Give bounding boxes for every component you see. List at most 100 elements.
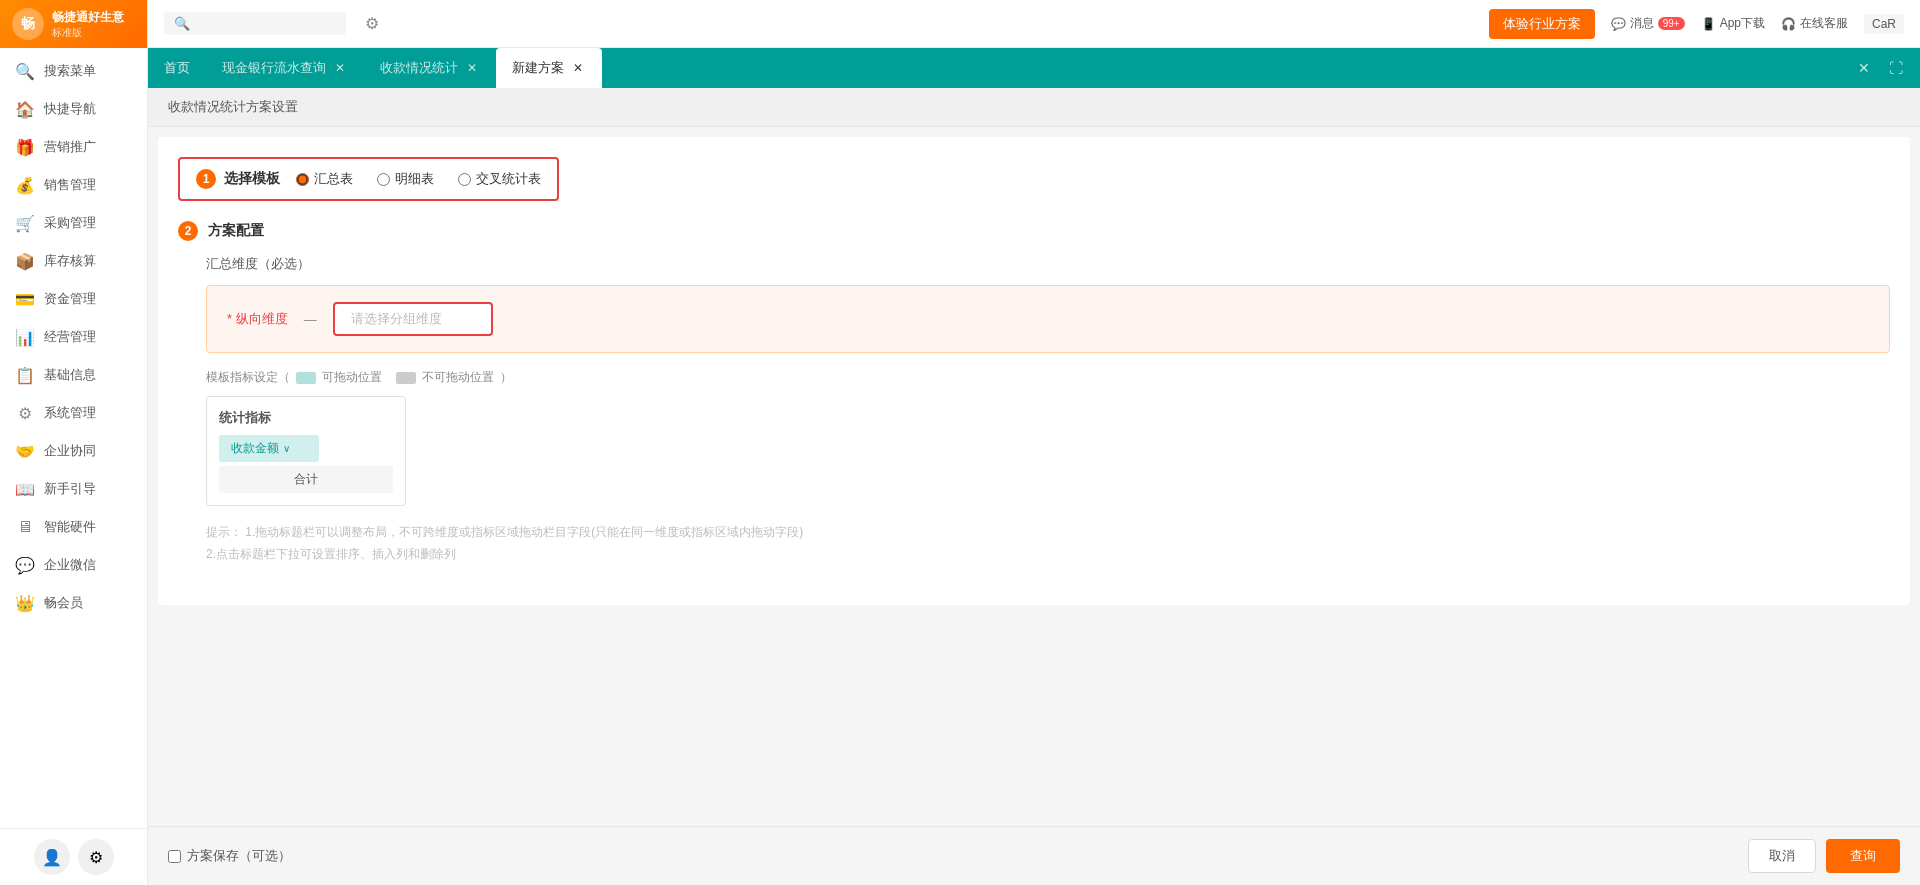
settings-gear-icon[interactable]: ⚙ (358, 10, 386, 38)
dim-select-input[interactable]: 请选择分组维度 (333, 302, 493, 336)
tabbar-right-actions: ✕ ⛶ (1852, 56, 1920, 80)
tab-expand-icon[interactable]: ⛶ (1884, 56, 1908, 80)
service-icon: 🎧 (1781, 17, 1796, 31)
query-button[interactable]: 查询 (1826, 839, 1900, 873)
sidebar-item-purchase[interactable]: 🛒 采购管理 (0, 204, 147, 242)
tab-new-plan-label: 新建方案 (512, 59, 564, 77)
save-plan-checkbox[interactable]: 方案保存（可选） (168, 847, 291, 865)
money-icon: 💰 (16, 176, 34, 194)
topbar: 🔍 ⚙ 体验行业方案 💬 消息 99+ 📱 App下载 🎧 在线客服 CaR (148, 0, 1920, 48)
topbar-actions: 体验行业方案 💬 消息 99+ 📱 App下载 🎧 在线客服 CaR (1489, 9, 1904, 39)
page-header-text: 收款情况统计方案设置 (168, 99, 298, 114)
sidebar-item-marketing[interactable]: 🎁 营销推广 (0, 128, 147, 166)
sidebar-label-finance: 资金管理 (44, 290, 96, 308)
tab-home[interactable]: 首页 (148, 48, 206, 88)
app-label: App下载 (1720, 15, 1765, 32)
indicator-legend-prefix: 模板指标设定（ (206, 369, 290, 386)
user-name[interactable]: CaR (1864, 14, 1904, 34)
sidebar-item-basic[interactable]: 📋 基础信息 (0, 356, 147, 394)
tab-cashflow[interactable]: 现金银行流水查询 ✕ (206, 48, 364, 88)
indicator-table: 统计指标 收款金额 ∨ 合计 (206, 396, 406, 506)
radio-summary-input[interactable] (296, 173, 309, 186)
sidebar-item-wechat[interactable]: 💬 企业微信 (0, 546, 147, 584)
step1-title: 1 选择模板 汇总表 明细表 (178, 157, 1890, 201)
sidebar-bottom: 👤 ⚙ (0, 828, 147, 885)
sidebar-label-sales: 销售管理 (44, 176, 96, 194)
cart-icon: 🛒 (16, 214, 34, 232)
tips-line2: 2.点击标题栏下拉可设置排序、插入列和删除列 (206, 544, 1890, 566)
step2-label: 方案配置 (208, 222, 264, 240)
tag-amount-label: 收款金额 (231, 440, 279, 457)
card-icon: 💳 (16, 290, 34, 308)
sidebar-item-sales[interactable]: 💰 销售管理 (0, 166, 147, 204)
package-icon: 📦 (16, 252, 34, 270)
sidebar-item-operation[interactable]: 📊 经营管理 (0, 318, 147, 356)
message-icon: 💬 (1611, 17, 1626, 31)
tab-receivable-label: 收款情况统计 (380, 59, 458, 77)
indicator-subtag-total: 合计 (219, 466, 393, 493)
message-button[interactable]: 💬 消息 99+ (1611, 15, 1685, 32)
radio-cross-input[interactable] (458, 173, 471, 186)
dim-arrow: — (304, 312, 317, 327)
sidebar-item-hardware[interactable]: 🖥 智能硬件 (0, 508, 147, 546)
step2-title: 2 方案配置 (178, 221, 1890, 241)
sidebar-label-search: 搜索菜单 (44, 62, 96, 80)
bottom-buttons: 取消 查询 (1748, 839, 1900, 873)
sidebar-item-search[interactable]: 🔍 搜索菜单 (0, 52, 147, 90)
sidebar-item-system[interactable]: ⚙ 系统管理 (0, 394, 147, 432)
indicator-tag-amount[interactable]: 收款金额 ∨ (219, 435, 319, 462)
tab-new-plan-close-icon[interactable]: ✕ (570, 60, 586, 76)
dim-area: * 纵向维度 — 请选择分组维度 (206, 285, 1890, 353)
sidebar-item-member[interactable]: 👑 畅会员 (0, 584, 147, 622)
sidebar-label-purchase: 采购管理 (44, 214, 96, 232)
gift-icon: 🎁 (16, 138, 34, 156)
online-service-button[interactable]: 🎧 在线客服 (1781, 15, 1848, 32)
page-header: 收款情况统计方案设置 (148, 88, 1920, 127)
sidebar-label-member: 畅会员 (44, 594, 83, 612)
topbar-search-box[interactable]: 🔍 (164, 12, 346, 35)
radio-cross-label: 交叉统计表 (476, 170, 541, 188)
form-area: 1 选择模板 汇总表 明细表 (158, 137, 1910, 605)
save-plan-label: 方案保存（可选） (187, 847, 291, 865)
sidebar-nav: 🔍 搜索菜单 🏠 快捷导航 🎁 营销推广 💰 销售管理 🛒 采购管理 📦 库存核… (0, 48, 147, 828)
gear-icon: ⚙ (16, 404, 34, 422)
tab-new-plan[interactable]: 新建方案 ✕ (496, 48, 602, 88)
sidebar-label-warehouse: 库存核算 (44, 252, 96, 270)
sidebar-item-quicknav[interactable]: 🏠 快捷导航 (0, 90, 147, 128)
save-plan-checkbox-input[interactable] (168, 850, 181, 863)
tab-cashflow-label: 现金银行流水查询 (222, 59, 326, 77)
legend-fixed-label: 不可拖动位置 (422, 369, 494, 386)
sidebar-item-warehouse[interactable]: 📦 库存核算 (0, 242, 147, 280)
sidebar-label-collab: 企业协同 (44, 442, 96, 460)
radio-detail[interactable]: 明细表 (377, 170, 434, 188)
cancel-button[interactable]: 取消 (1748, 839, 1816, 873)
sidebar-item-collab[interactable]: 🤝 企业协同 (0, 432, 147, 470)
sidebar-label-marketing: 营销推广 (44, 138, 96, 156)
search-icon: 🔍 (174, 16, 190, 31)
page-content: 收款情况统计方案设置 1 选择模板 (148, 88, 1920, 826)
sidebar-item-finance[interactable]: 💳 资金管理 (0, 280, 147, 318)
sidebar-bottom-btn1[interactable]: 👤 (34, 839, 70, 875)
tab-close-all-icon[interactable]: ✕ (1852, 56, 1876, 80)
sidebar-logo: 畅 畅捷通好生意 标准版 (0, 0, 147, 48)
radio-summary-label: 汇总表 (314, 170, 353, 188)
radio-detail-input[interactable] (377, 173, 390, 186)
template-select-box: 1 选择模板 汇总表 明细表 (178, 157, 559, 201)
handshake-icon: 🤝 (16, 442, 34, 460)
tab-receivable[interactable]: 收款情况统计 ✕ (364, 48, 496, 88)
tab-home-label: 首页 (164, 59, 190, 77)
dim-section-title: 汇总维度（必选） (206, 255, 1890, 273)
sidebar-item-guide[interactable]: 📖 新手引导 (0, 470, 147, 508)
radio-cross[interactable]: 交叉统计表 (458, 170, 541, 188)
message-badge: 99+ (1658, 17, 1685, 30)
radio-summary[interactable]: 汇总表 (296, 170, 353, 188)
search-input[interactable] (196, 17, 336, 31)
trial-button[interactable]: 体验行业方案 (1489, 9, 1595, 39)
tabbar: 首页 现金银行流水查询 ✕ 收款情况统计 ✕ 新建方案 ✕ ✕ ⛶ (148, 48, 1920, 88)
dim-select-placeholder: 请选择分组维度 (351, 310, 442, 328)
tab-cashflow-close-icon[interactable]: ✕ (332, 60, 348, 76)
app-download-button[interactable]: 📱 App下载 (1701, 15, 1765, 32)
sidebar-bottom-btn2[interactable]: ⚙ (78, 839, 114, 875)
tab-receivable-close-icon[interactable]: ✕ (464, 60, 480, 76)
sidebar-label-guide: 新手引导 (44, 480, 96, 498)
